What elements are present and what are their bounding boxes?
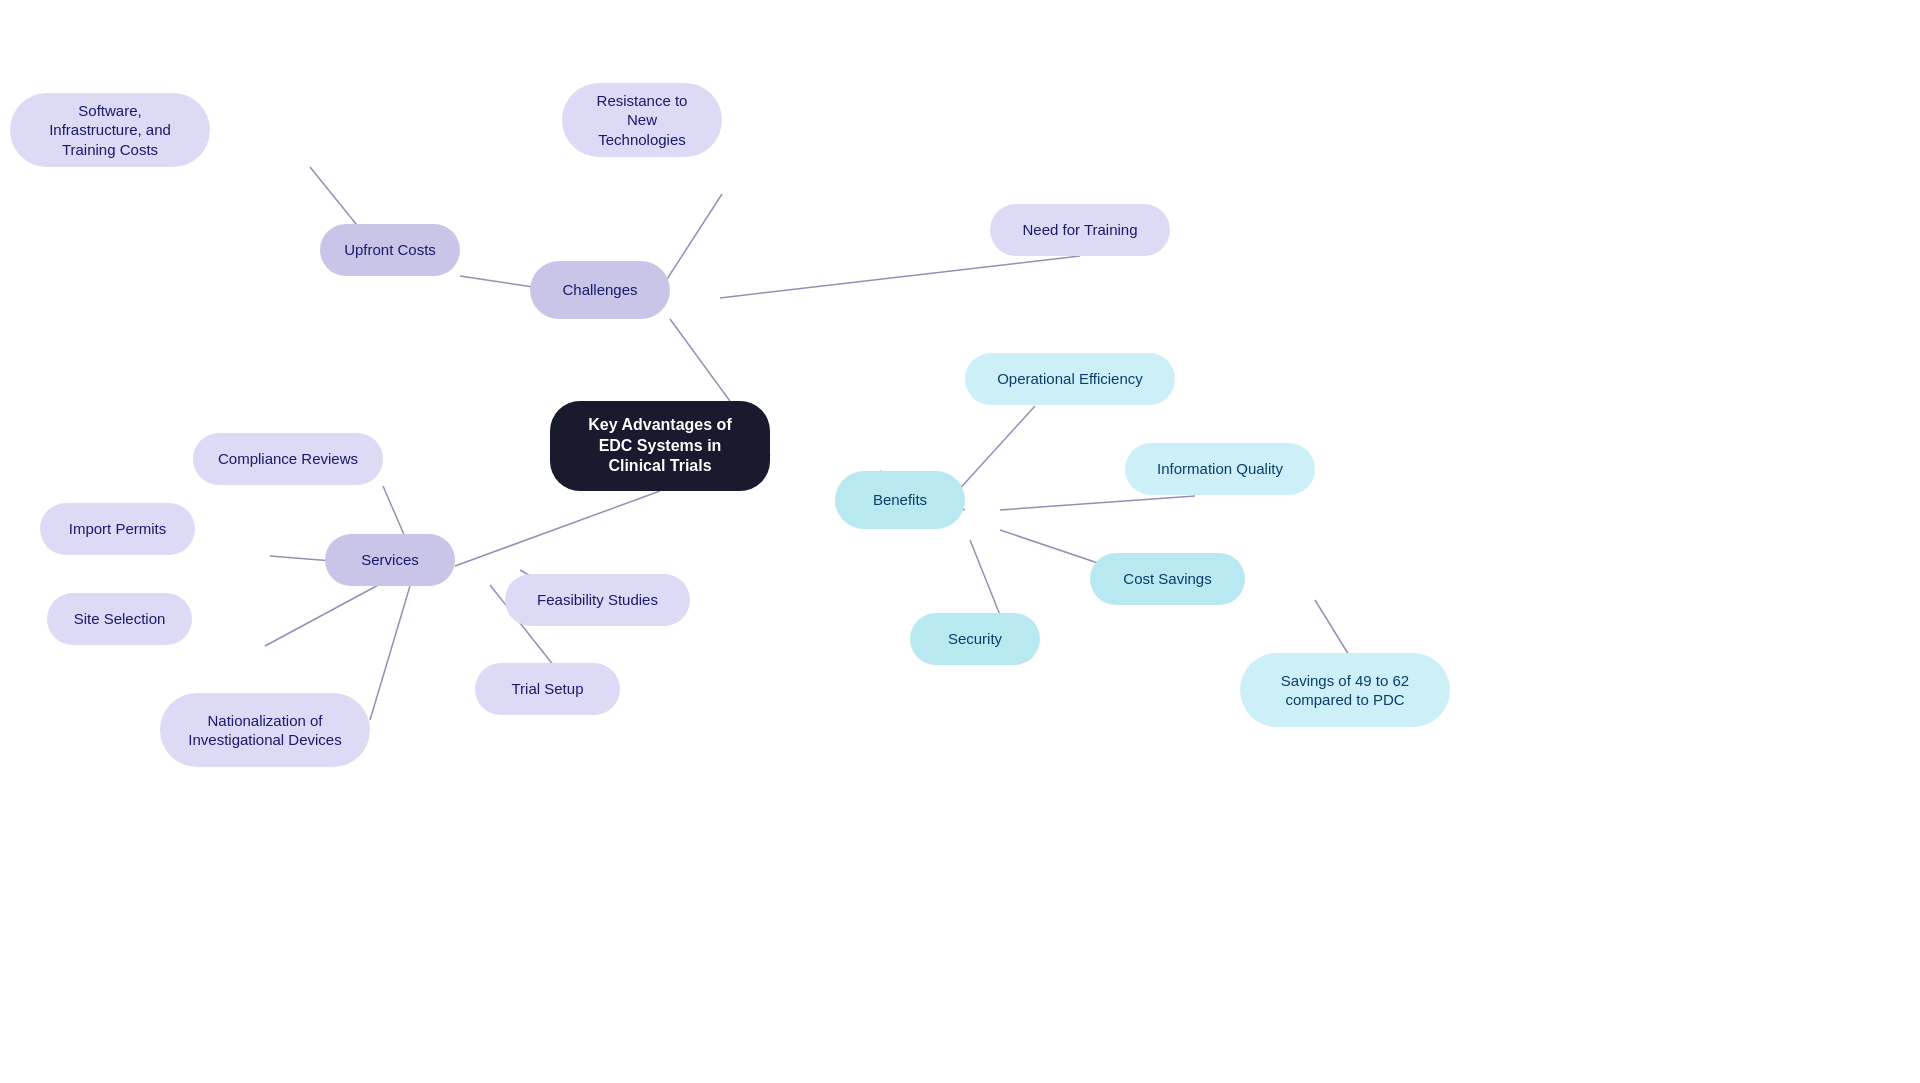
upfront-costs-node[interactable]: Upfront Costs (320, 224, 460, 276)
import-permits-node[interactable]: Import Permits (40, 503, 195, 555)
svg-line-14 (1000, 496, 1195, 510)
site-selection-node[interactable]: Site Selection (47, 593, 192, 645)
svg-line-5 (720, 256, 1080, 298)
services-node[interactable]: Services (325, 534, 455, 586)
need-training-node[interactable]: Need for Training (990, 204, 1170, 256)
feasibility-node[interactable]: Feasibility Studies (505, 574, 690, 626)
connections-svg (0, 0, 1920, 1083)
svg-line-3 (660, 194, 722, 290)
resistance-node[interactable]: Resistance to New Technologies (562, 83, 722, 157)
info-quality-node[interactable]: Information Quality (1125, 443, 1315, 495)
software-costs-node[interactable]: Software, Infrastructure, and Training C… (10, 93, 210, 167)
center-node[interactable]: Key Advantages of EDC Systems in Clinica… (550, 401, 770, 491)
svg-line-10 (370, 586, 410, 720)
security-node[interactable]: Security (910, 613, 1040, 665)
nationalization-node[interactable]: Nationalization of Investigational Devic… (160, 693, 370, 767)
cost-savings-node[interactable]: Cost Savings (1090, 553, 1245, 605)
svg-line-9 (265, 576, 395, 646)
operational-node[interactable]: Operational Efficiency (965, 353, 1175, 405)
savings-pdc-node[interactable]: Savings of 49 to 62 compared to PDC (1240, 653, 1450, 727)
compliance-node[interactable]: Compliance Reviews (193, 433, 383, 485)
trial-setup-node[interactable]: Trial Setup (475, 663, 620, 715)
challenges-node[interactable]: Challenges (530, 261, 670, 319)
benefits-node[interactable]: Benefits (835, 471, 965, 529)
svg-line-1 (455, 491, 660, 566)
mindmap-container: Key Advantages of EDC Systems in Clinica… (0, 0, 1920, 1083)
